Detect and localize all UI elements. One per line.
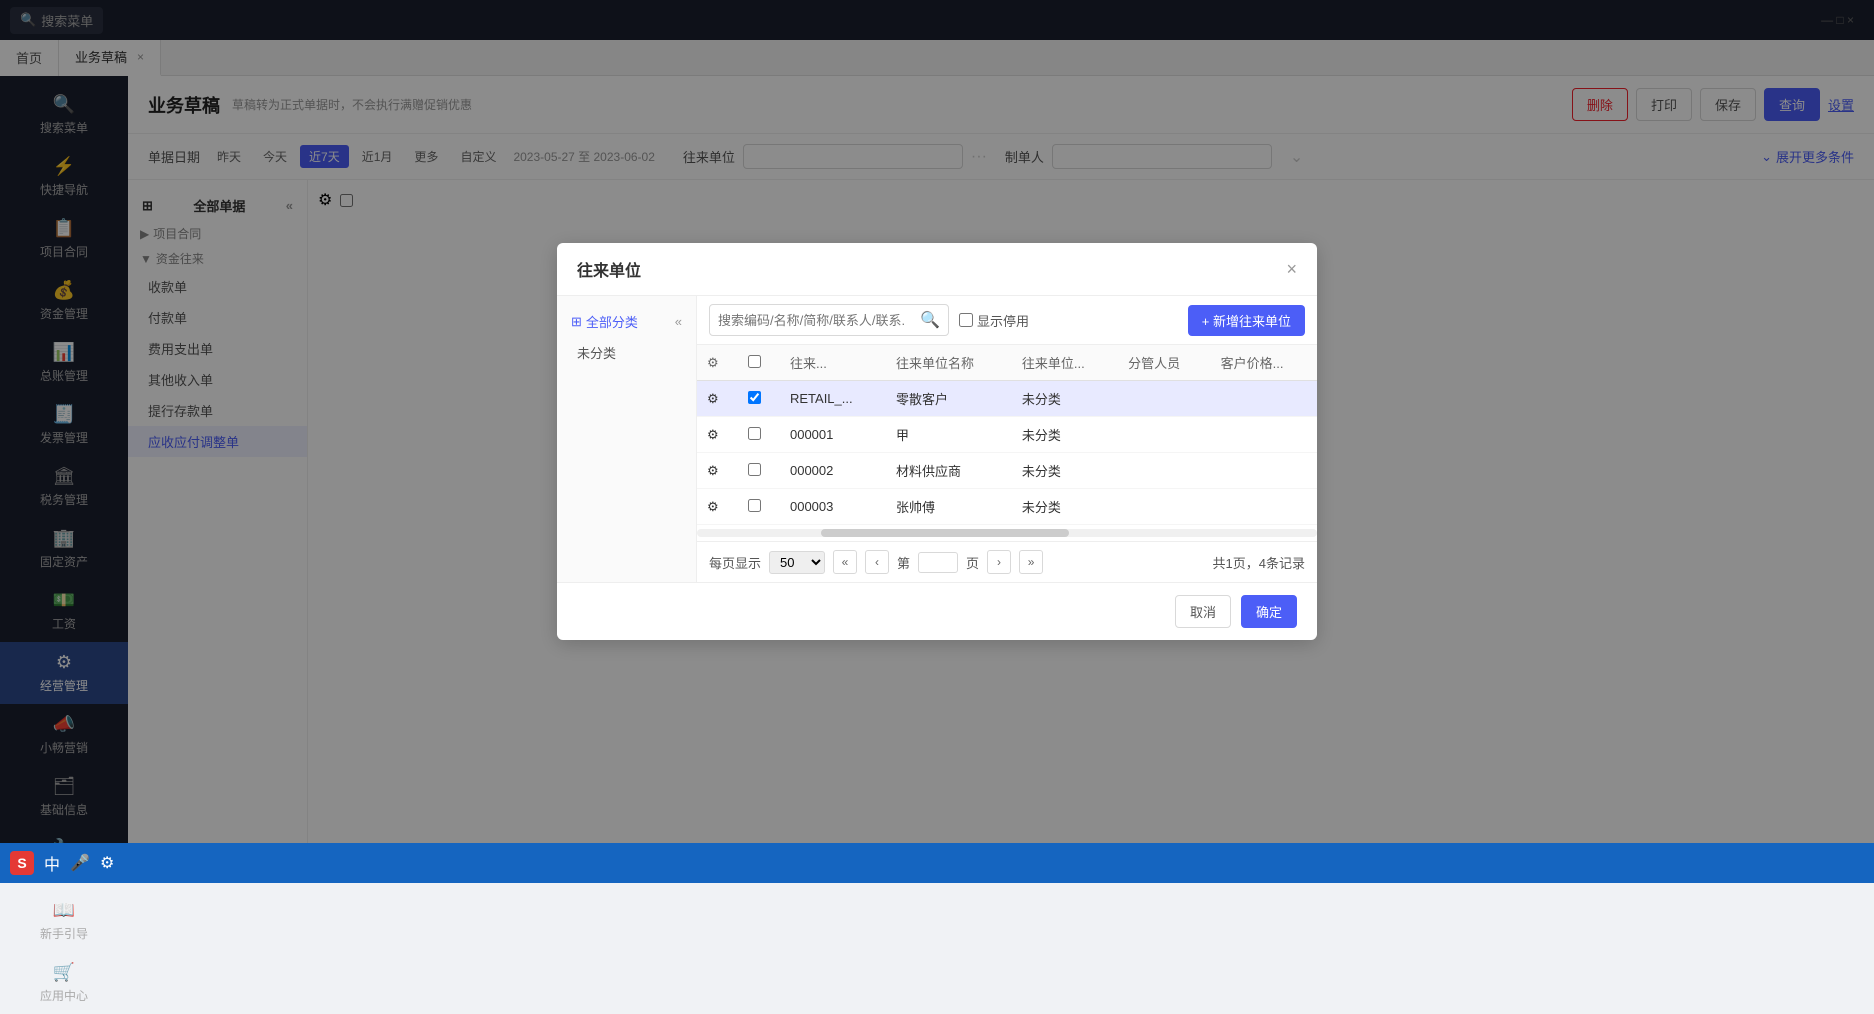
horizontal-scrollbar[interactable] bbox=[697, 529, 1317, 537]
next-page-btn[interactable]: › bbox=[987, 550, 1011, 574]
dialog-sidebar: ⊞ 全部分类 « 未分类 bbox=[557, 296, 697, 582]
row-code-3: 000002 bbox=[780, 453, 886, 489]
row-settings: ⚙ bbox=[697, 489, 738, 525]
row-price-1 bbox=[1211, 381, 1317, 417]
cancel-button[interactable]: 取消 bbox=[1175, 595, 1231, 628]
brand-icon: S bbox=[10, 851, 34, 875]
th-manager: 分管人员 bbox=[1118, 345, 1210, 381]
row-cat-3: 未分类 bbox=[1012, 453, 1118, 489]
dialog-sidebar-collapse[interactable]: « bbox=[675, 314, 682, 329]
row-name-4: 张帅傅 bbox=[886, 489, 1012, 525]
row-mgr-3 bbox=[1118, 453, 1210, 489]
table-row[interactable]: ⚙ RETAIL_... 零散客户 未分类 bbox=[697, 381, 1317, 417]
row-mgr-4 bbox=[1118, 489, 1210, 525]
total-records: 共1页，4条记录 bbox=[1213, 553, 1305, 572]
row-price-2 bbox=[1211, 417, 1317, 453]
dialog-search-icon[interactable]: 🔍 bbox=[912, 305, 948, 335]
row-name-2: 甲 bbox=[886, 417, 1012, 453]
row-select-4[interactable] bbox=[748, 499, 761, 512]
dialog-search-box: 🔍 bbox=[709, 304, 949, 336]
dialog-footer: 取消 确定 bbox=[557, 582, 1317, 640]
add-partner-button[interactable]: + 新增往来单位 bbox=[1188, 305, 1305, 336]
mic-icon[interactable]: 🎤 bbox=[70, 853, 90, 873]
guide-icon: 📖 bbox=[53, 900, 75, 921]
dialog-sidebar-unclassified[interactable]: 未分类 bbox=[557, 337, 696, 368]
taskbar: S 中 🎤 ⚙ bbox=[0, 843, 1874, 883]
dialog-main: 🔍 显示停用 + 新增往来单位 ⚙ bbox=[697, 296, 1317, 582]
row-cat-1: 未分类 bbox=[1012, 381, 1118, 417]
dialog-table-body: ⚙ RETAIL_... 零散客户 未分类 ⚙ bbox=[697, 381, 1317, 525]
per-page-select[interactable]: 50 20 100 bbox=[769, 551, 825, 574]
row-checkbox bbox=[738, 417, 780, 453]
row-select-1[interactable] bbox=[748, 391, 761, 404]
table-select-all[interactable] bbox=[748, 355, 761, 368]
modal-overlay: 往来单位 × ⊞ 全部分类 « 未分类 bbox=[0, 0, 1874, 883]
row-mgr-1 bbox=[1118, 381, 1210, 417]
page-label: 第 bbox=[897, 553, 910, 572]
row-name-3: 材料供应商 bbox=[886, 453, 1012, 489]
dialog-table-head: ⚙ 往来... 往来单位名称 往来单位... 分管人员 客户价格... bbox=[697, 345, 1317, 381]
confirm-button[interactable]: 确定 bbox=[1241, 595, 1297, 628]
chinese-input-icon[interactable]: 中 bbox=[44, 851, 60, 875]
row-settings: ⚙ bbox=[697, 381, 738, 417]
dialog-partner: 往来单位 × ⊞ 全部分类 « 未分类 bbox=[557, 243, 1317, 640]
dialog-toolbar: 🔍 显示停用 + 新增往来单位 bbox=[697, 296, 1317, 345]
dialog-body: ⊞ 全部分类 « 未分类 🔍 显示停 bbox=[557, 296, 1317, 582]
dialog-close-button[interactable]: × bbox=[1286, 259, 1297, 280]
row-checkbox bbox=[738, 489, 780, 525]
row-checkbox bbox=[738, 453, 780, 489]
row-select-2[interactable] bbox=[748, 427, 761, 440]
table-row[interactable]: ⚙ 000001 甲 未分类 bbox=[697, 417, 1317, 453]
row-price-3 bbox=[1211, 453, 1317, 489]
show-disabled-checkbox[interactable] bbox=[959, 313, 973, 327]
per-page-label: 每页显示 bbox=[709, 553, 761, 572]
dialog-title: 往来单位 bbox=[577, 257, 641, 281]
row-select-3[interactable] bbox=[748, 463, 761, 476]
th-category: 往来单位... bbox=[1012, 345, 1118, 381]
row-mgr-2 bbox=[1118, 417, 1210, 453]
row-cat-4: 未分类 bbox=[1012, 489, 1118, 525]
row-settings: ⚙ bbox=[697, 417, 738, 453]
row-code-4: 000003 bbox=[780, 489, 886, 525]
table-row[interactable]: ⚙ 000002 材料供应商 未分类 bbox=[697, 453, 1317, 489]
dialog-pagination: 每页显示 50 20 100 « ‹ 第 1 页 › » 共1页，4条记录 bbox=[697, 541, 1317, 582]
show-disabled-label[interactable]: 显示停用 bbox=[959, 311, 1029, 330]
gear-icon[interactable]: ⚙ bbox=[707, 355, 719, 370]
sidebar-label-guide: 新手引导 bbox=[40, 925, 88, 942]
dialog-table: ⚙ 往来... 往来单位名称 往来单位... 分管人员 客户价格... bbox=[697, 345, 1317, 525]
page-suffix: 页 bbox=[966, 553, 979, 572]
row-code-1: RETAIL_... bbox=[780, 381, 886, 417]
th-code: 往来... bbox=[780, 345, 886, 381]
current-page-input[interactable]: 1 bbox=[918, 552, 958, 573]
first-page-btn[interactable]: « bbox=[833, 550, 857, 574]
prev-page-btn[interactable]: ‹ bbox=[865, 550, 889, 574]
th-settings: ⚙ bbox=[697, 345, 738, 381]
appstore-icon: 🛒 bbox=[53, 962, 75, 983]
row-checkbox bbox=[738, 381, 780, 417]
row-code-2: 000001 bbox=[780, 417, 886, 453]
sidebar-item-guide[interactable]: 📖 新手引导 bbox=[0, 890, 128, 952]
sidebar-item-appstore[interactable]: 🛒 应用中心 bbox=[0, 952, 128, 1014]
scrollbar-thumb bbox=[821, 529, 1069, 537]
row-cat-2: 未分类 bbox=[1012, 417, 1118, 453]
th-checkbox bbox=[738, 345, 780, 381]
sidebar-label-appstore: 应用中心 bbox=[40, 987, 88, 1004]
th-price: 客户价格... bbox=[1211, 345, 1317, 381]
taskbar-settings-icon[interactable]: ⚙ bbox=[100, 853, 114, 873]
row-settings: ⚙ bbox=[697, 453, 738, 489]
row-price-4 bbox=[1211, 489, 1317, 525]
th-name: 往来单位名称 bbox=[886, 345, 1012, 381]
dialog-sidebar-title: 全部分类 bbox=[586, 312, 638, 331]
last-page-btn[interactable]: » bbox=[1019, 550, 1043, 574]
table-row[interactable]: ⚙ 000003 张帅傅 未分类 bbox=[697, 489, 1317, 525]
dialog-search-input[interactable] bbox=[710, 308, 912, 333]
dialog-table-wrap: ⚙ 往来... 往来单位名称 往来单位... 分管人员 客户价格... bbox=[697, 345, 1317, 525]
dialog-header: 往来单位 × bbox=[557, 243, 1317, 296]
row-name-1: 零散客户 bbox=[886, 381, 1012, 417]
grid-icon: ⊞ bbox=[571, 314, 582, 330]
dialog-sidebar-header: ⊞ 全部分类 « bbox=[557, 306, 696, 337]
